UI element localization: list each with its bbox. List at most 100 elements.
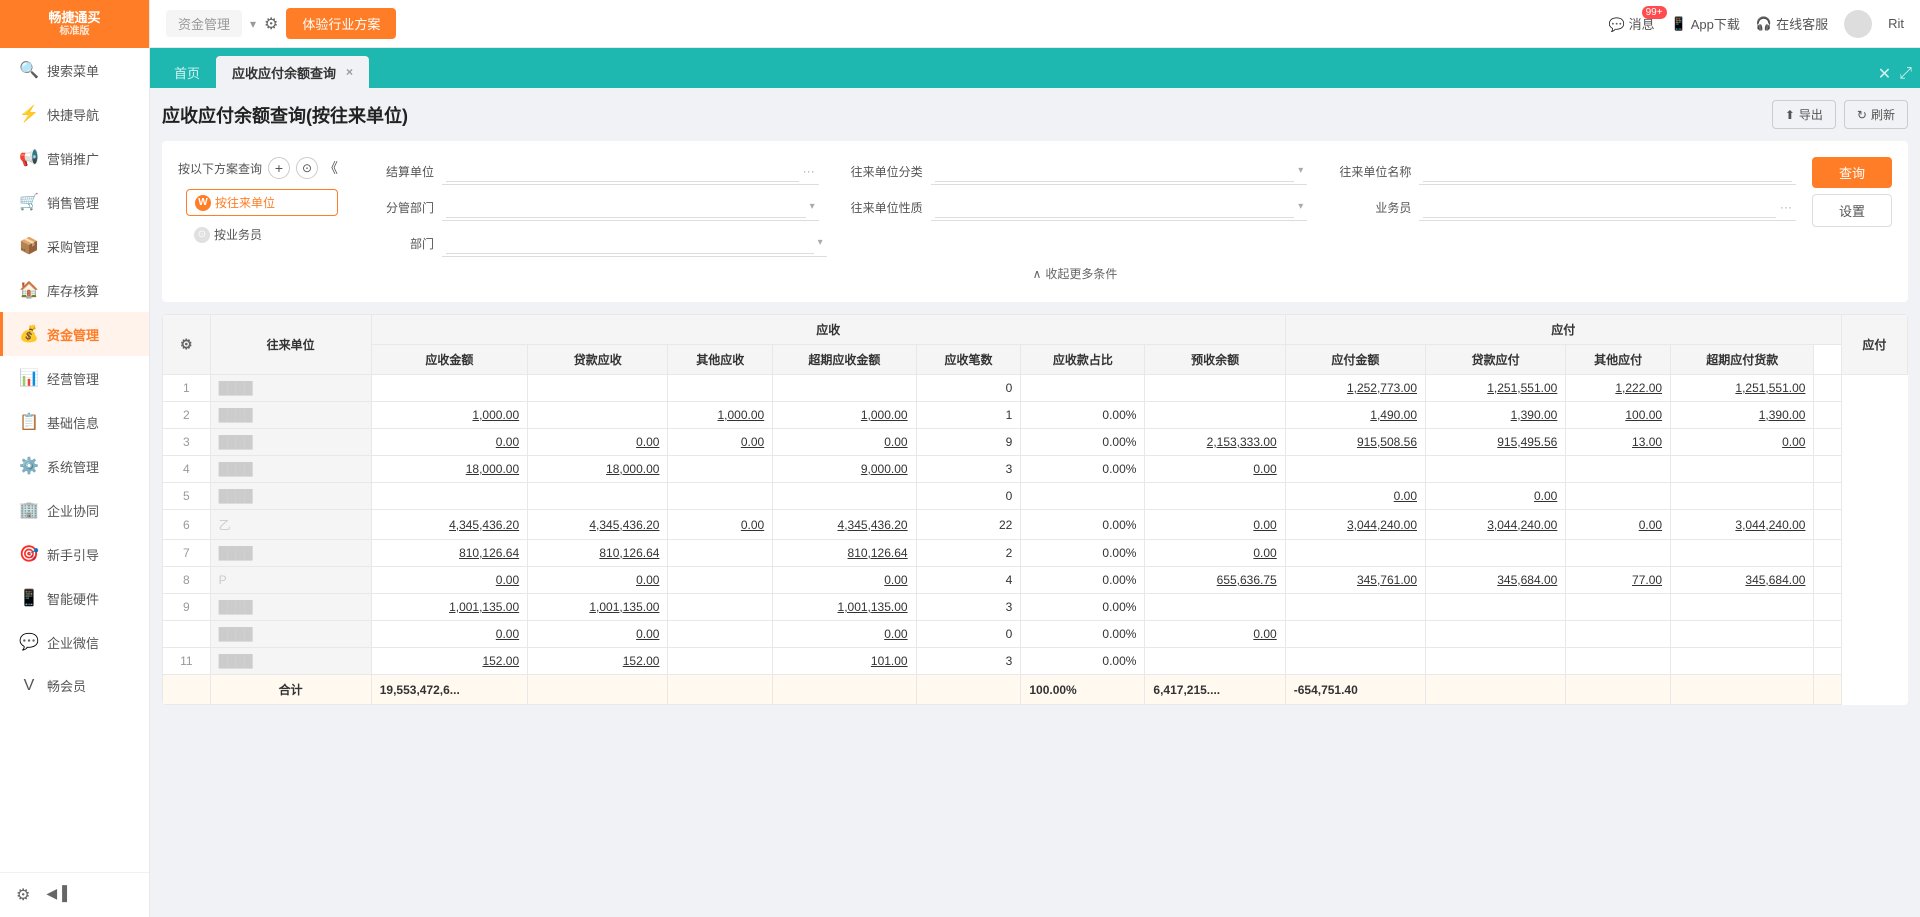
message-btn[interactable]: 💬 消息 99+ <box>1609 14 1655 33</box>
table-cell[interactable]: 0.00 <box>528 621 668 648</box>
table-cell[interactable]: 1,000.00 <box>371 402 527 429</box>
table-cell[interactable]: 0.00 <box>1145 540 1285 567</box>
table-cell[interactable]: 0.00 <box>371 621 527 648</box>
table-cell[interactable]: 1,000.00 <box>773 402 916 429</box>
table-cell[interactable]: 0.00 <box>1285 483 1425 510</box>
collapse-more-btn[interactable]: ∧ 收起更多条件 <box>1033 265 1118 282</box>
table-cell[interactable]: 345,761.00 <box>1285 567 1425 594</box>
tab-home[interactable]: 首页 <box>158 56 216 88</box>
refresh-btn[interactable]: ↻ 刷新 <box>1844 100 1908 129</box>
settings-gear-icon[interactable]: ⚙ <box>264 14 278 34</box>
tab-close-ar-ap-query[interactable]: × <box>346 65 353 79</box>
table-cell[interactable]: 77.00 <box>1566 567 1671 594</box>
table-cell[interactable]: 4,345,436.20 <box>371 510 527 540</box>
collapse-scheme-btn[interactable]: 《 <box>324 158 338 178</box>
breadcrumb-chevron[interactable]: ▾ <box>250 17 256 31</box>
partner-nature-wrap[interactable]: ▾ <box>931 193 1308 221</box>
sidebar-item-purchase[interactable]: 📦采购管理 <box>0 224 149 268</box>
table-cell[interactable]: 1,251,551.00 <box>1426 375 1566 402</box>
export-btn[interactable]: ⬆ 导出 <box>1772 100 1836 129</box>
table-cell[interactable]: 0.00 <box>1145 510 1285 540</box>
sidebar-item-enterprise[interactable]: 🏢企业协同 <box>0 488 149 532</box>
partner-name-input[interactable] <box>1423 159 1792 182</box>
department-arrow[interactable]: ▾ <box>818 237 823 248</box>
settings-icon[interactable]: ⚙ <box>16 885 30 905</box>
partner-category-input[interactable] <box>935 159 1295 182</box>
dept-wrap[interactable]: ▾ <box>442 193 819 221</box>
settlement-dots[interactable]: ··· <box>803 164 815 178</box>
department-input[interactable] <box>446 231 814 254</box>
solution-btn[interactable]: 体验行业方案 <box>286 8 396 39</box>
table-cell[interactable]: 1,390.00 <box>1671 402 1814 429</box>
table-cell[interactable]: 1,252,773.00 <box>1285 375 1425 402</box>
salesperson-dots[interactable]: ··· <box>1780 200 1792 214</box>
table-cell[interactable]: 1,001,135.00 <box>773 594 916 621</box>
table-cell[interactable]: 3,044,240.00 <box>1285 510 1425 540</box>
sidebar-item-guide[interactable]: 🎯新手引导 <box>0 532 149 576</box>
app-download-btn[interactable]: 📱 App下载 <box>1671 14 1740 33</box>
table-cell[interactable]: 915,508.56 <box>1285 429 1425 456</box>
table-cell[interactable]: 0.00 <box>773 429 916 456</box>
partner-category-arrow[interactable]: ▾ <box>1298 165 1303 176</box>
sidebar-item-search[interactable]: 🔍搜索菜单 <box>0 48 149 92</box>
table-cell[interactable]: 18,000.00 <box>371 456 527 483</box>
table-cell[interactable]: 345,684.00 <box>1426 567 1566 594</box>
table-cell[interactable]: 1,001,135.00 <box>528 594 668 621</box>
table-cell[interactable]: 1,251,551.00 <box>1671 375 1814 402</box>
table-cell[interactable]: 0.00 <box>1671 429 1814 456</box>
table-cell[interactable]: 1,490.00 <box>1285 402 1425 429</box>
partner-category-wrap[interactable]: ▾ <box>931 157 1308 185</box>
table-cell[interactable]: 1,390.00 <box>1426 402 1566 429</box>
salesperson-wrap[interactable]: ··· <box>1419 193 1796 221</box>
table-cell[interactable]: 1,001,135.00 <box>371 594 527 621</box>
sidebar-item-hardware[interactable]: 📱智能硬件 <box>0 576 149 620</box>
sidebar-item-basic[interactable]: 📋基础信息 <box>0 400 149 444</box>
table-cell[interactable]: 4,345,436.20 <box>773 510 916 540</box>
set-btn[interactable]: 设置 <box>1812 194 1892 227</box>
table-cell[interactable]: 3,044,240.00 <box>1671 510 1814 540</box>
settlement-input-wrap[interactable]: ··· <box>442 157 819 185</box>
close-window-icon[interactable]: ✕ <box>1878 64 1891 84</box>
table-cell[interactable]: 0.00 <box>528 429 668 456</box>
scheme-by-salesperson[interactable]: ⊙ 按业务员 <box>186 222 338 247</box>
sidebar-item-quicknav[interactable]: ⚡快捷导航 <box>0 92 149 136</box>
sidebar-item-wechat[interactable]: 💬企业微信 <box>0 620 149 664</box>
partner-nature-input[interactable] <box>935 195 1295 218</box>
table-cell[interactable]: 101.00 <box>773 648 916 675</box>
settlement-input[interactable] <box>446 159 799 182</box>
sidebar-item-marketing[interactable]: 📢营销推广 <box>0 136 149 180</box>
query-btn[interactable]: 查询 <box>1812 157 1892 188</box>
table-cell[interactable]: 345,684.00 <box>1671 567 1814 594</box>
table-cell[interactable]: 152.00 <box>371 648 527 675</box>
table-cell[interactable]: 810,126.64 <box>371 540 527 567</box>
dept-input[interactable] <box>446 195 806 218</box>
salesperson-input[interactable] <box>1423 195 1776 218</box>
sidebar-item-operations[interactable]: 📊经营管理 <box>0 356 149 400</box>
table-cell[interactable]: 0.00 <box>1145 456 1285 483</box>
scheme-settings-btn[interactable]: ⊙ <box>296 157 318 179</box>
table-cell[interactable]: 915,495.56 <box>1426 429 1566 456</box>
table-cell[interactable]: 0.00 <box>773 567 916 594</box>
table-cell[interactable]: 0.00 <box>371 429 527 456</box>
table-cell[interactable]: 0.00 <box>773 621 916 648</box>
dept-arrow[interactable]: ▾ <box>810 201 815 212</box>
scheme-by-partner[interactable]: W 按往来单位 <box>186 189 338 216</box>
table-cell[interactable]: 13.00 <box>1566 429 1671 456</box>
department-wrap[interactable]: ▾ <box>442 229 827 257</box>
table-cell[interactable]: 810,126.64 <box>528 540 668 567</box>
table-cell[interactable]: 152.00 <box>528 648 668 675</box>
table-cell[interactable]: 1,000.00 <box>668 402 773 429</box>
table-cell[interactable]: 0.00 <box>1426 483 1566 510</box>
fullscreen-icon[interactable]: ⤢ <box>1899 65 1912 83</box>
partner-name-wrap[interactable] <box>1419 157 1796 185</box>
table-cell[interactable]: 4,345,436.20 <box>528 510 668 540</box>
table-cell[interactable]: 2,153,333.00 <box>1145 429 1285 456</box>
tab-ar-ap-query[interactable]: 应收应付余额查询× <box>216 56 369 88</box>
sidebar-item-inventory[interactable]: 🏠库存核算 <box>0 268 149 312</box>
table-cell[interactable]: 0.00 <box>1145 621 1285 648</box>
table-cell[interactable]: 0.00 <box>371 567 527 594</box>
sidebar-item-system[interactable]: ⚙️系统管理 <box>0 444 149 488</box>
table-cell[interactable]: 655,636.75 <box>1145 567 1285 594</box>
table-cell[interactable]: 100.00 <box>1566 402 1671 429</box>
table-cell[interactable]: 0.00 <box>668 510 773 540</box>
